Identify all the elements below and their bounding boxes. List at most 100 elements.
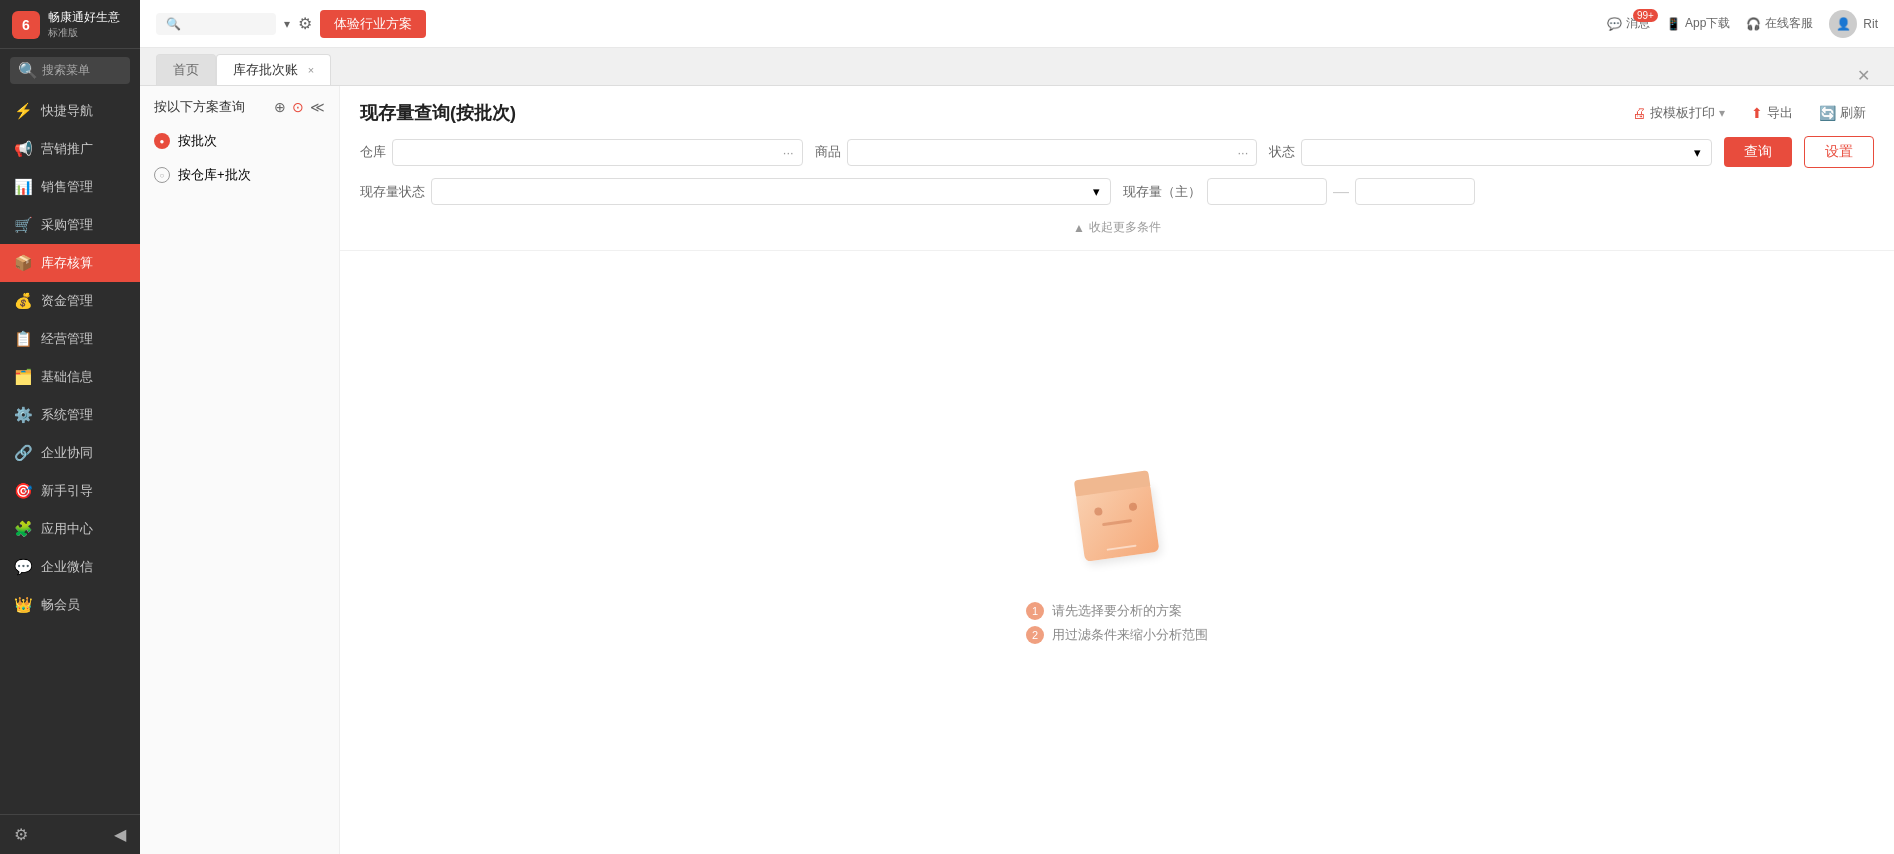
sidebar-item-basic[interactable]: 🗂️ 基础信息 bbox=[0, 358, 140, 396]
topbar: 🔍 ▾ ⚙ 体验行业方案 💬 消息 99+ 📱 App下载 🎧 在线客服 bbox=[140, 0, 1894, 48]
stock-status-label: 现存量状态 bbox=[360, 183, 425, 201]
export-label: 导出 bbox=[1767, 104, 1793, 122]
stock-qty-min-input[interactable] bbox=[1207, 178, 1327, 205]
sidebar-item-system[interactable]: ⚙️ 系统管理 bbox=[0, 396, 140, 434]
topbar-gear-icon[interactable]: ⚙ bbox=[298, 14, 312, 33]
settings-button[interactable]: 设置 bbox=[1804, 136, 1874, 168]
sidebar-item-label: 畅会员 bbox=[41, 596, 80, 614]
filter-item-by-warehouse-batch[interactable]: ○ 按仓库+批次 bbox=[140, 158, 339, 192]
settings-filter-icon[interactable]: ⊙ bbox=[292, 99, 304, 115]
app-download-icon: 📱 bbox=[1666, 17, 1681, 31]
filter-item-by-batch[interactable]: ● 按批次 bbox=[140, 124, 339, 158]
online-service-label: 在线客服 bbox=[1765, 15, 1813, 32]
add-filter-icon[interactable]: ⊕ bbox=[274, 99, 286, 115]
finance-icon: 💰 bbox=[14, 292, 33, 310]
sidebar-item-label: 系统管理 bbox=[41, 406, 93, 424]
online-service-item[interactable]: 🎧 在线客服 bbox=[1746, 15, 1813, 32]
filter-panel-title: 按以下方案查询 bbox=[154, 98, 245, 116]
print-dropdown-icon[interactable]: ▾ bbox=[1719, 106, 1725, 120]
stock-status-select[interactable]: ▾ bbox=[431, 178, 1111, 205]
sidebar-search-label: 搜索菜单 bbox=[42, 62, 90, 79]
collapse-filter-icon[interactable]: ≪ bbox=[310, 99, 325, 115]
empty-hint-1: 1 请先选择要分析的方案 bbox=[1026, 602, 1208, 620]
sidebar-item-finance[interactable]: 💰 资金管理 bbox=[0, 282, 140, 320]
print-template-btn[interactable]: 🖨 按模板打印 ▾ bbox=[1624, 100, 1733, 126]
tab-close-icon[interactable]: × bbox=[308, 64, 314, 76]
sidebar-item-enterprise[interactable]: 🔗 企业协同 bbox=[0, 434, 140, 472]
empty-illustration bbox=[1057, 462, 1177, 582]
sidebar-item-inventory[interactable]: 📦 库存核算 bbox=[0, 244, 140, 282]
sidebar-item-newbie[interactable]: 🎯 新手引导 bbox=[0, 472, 140, 510]
status-select-arrow: ▾ bbox=[1694, 145, 1701, 160]
page-header: 现存量查询(按批次) 🖨 按模板打印 ▾ ⬆ 导出 🔄 刷新 bbox=[340, 86, 1894, 136]
sidebar-search[interactable]: 🔍 搜索菜单 bbox=[10, 57, 130, 84]
quick-nav-icon: ⚡ bbox=[14, 102, 33, 120]
sidebar-item-label: 企业微信 bbox=[41, 558, 93, 576]
sidebar-item-wechat[interactable]: 💬 企业微信 bbox=[0, 548, 140, 586]
marketing-icon: 📢 bbox=[14, 140, 33, 158]
tab-inventory-batch[interactable]: 库存批次账 × bbox=[216, 54, 331, 85]
sidebar-item-purchase[interactable]: 🛒 采购管理 bbox=[0, 206, 140, 244]
brand-info: 畅康通好生意 标准版 bbox=[48, 10, 120, 40]
topbar-dropdown-icon[interactable]: ▾ bbox=[284, 17, 290, 31]
vip-icon: 👑 bbox=[14, 596, 33, 614]
settings-footer-icon[interactable]: ⚙ bbox=[14, 825, 28, 844]
stock-qty-max-input[interactable] bbox=[1355, 178, 1475, 205]
sidebar-item-apps[interactable]: 🧩 应用中心 bbox=[0, 510, 140, 548]
inventory-icon: 📦 bbox=[14, 254, 33, 272]
messages-item[interactable]: 💬 消息 99+ bbox=[1607, 15, 1650, 32]
sidebar-item-marketing[interactable]: 📢 营销推广 bbox=[0, 130, 140, 168]
sidebar-header: 6 畅康通好生意 标准版 bbox=[0, 0, 140, 49]
operations-icon: 📋 bbox=[14, 330, 33, 348]
messages-icon: 💬 bbox=[1607, 17, 1622, 31]
status-label: 状态 bbox=[1269, 143, 1295, 161]
page-header-actions: 🖨 按模板打印 ▾ ⬆ 导出 🔄 刷新 bbox=[1624, 100, 1874, 126]
status-select[interactable]: ▾ bbox=[1301, 139, 1712, 166]
filter-item-label: 按仓库+批次 bbox=[178, 166, 251, 184]
query-button[interactable]: 查询 bbox=[1724, 137, 1792, 167]
search-icon: 🔍 bbox=[18, 61, 38, 80]
sidebar-item-label: 营销推广 bbox=[41, 140, 93, 158]
sidebar-item-sales[interactable]: 📊 销售管理 bbox=[0, 168, 140, 206]
collapse-sidebar-icon[interactable]: ◀ bbox=[114, 825, 126, 844]
sidebar-item-label: 经营管理 bbox=[41, 330, 93, 348]
online-service-icon: 🎧 bbox=[1746, 17, 1761, 31]
basic-icon: 🗂️ bbox=[14, 368, 33, 386]
stock-qty-divider: — bbox=[1333, 183, 1349, 201]
tab-list: 首页 库存批次账 × bbox=[156, 54, 1847, 85]
refresh-btn[interactable]: 🔄 刷新 bbox=[1811, 100, 1874, 126]
topbar-search-box[interactable]: 🔍 bbox=[156, 13, 276, 35]
collapse-conditions-btn[interactable]: ▲ 收起更多条件 bbox=[360, 215, 1874, 240]
warehouse-label: 仓库 bbox=[360, 143, 386, 161]
panel-close-icon[interactable]: ✕ bbox=[1849, 66, 1878, 85]
hint-text-2: 用过滤条件来缩小分析范围 bbox=[1052, 626, 1208, 644]
hint-num-1: 1 bbox=[1026, 602, 1044, 620]
trial-btn[interactable]: 体验行业方案 bbox=[320, 10, 426, 38]
app-download-item[interactable]: 📱 App下载 bbox=[1666, 15, 1730, 32]
stock-status-arrow: ▾ bbox=[1093, 184, 1100, 199]
warehouse-input[interactable]: ··· bbox=[392, 139, 803, 166]
sidebar-footer: ⚙ ◀ bbox=[0, 814, 140, 854]
sidebar-item-label: 基础信息 bbox=[41, 368, 93, 386]
refresh-icon: 🔄 bbox=[1819, 105, 1836, 121]
sidebar-item-quick-nav[interactable]: ⚡ 快捷导航 bbox=[0, 92, 140, 130]
page-content: 按以下方案查询 ⊕ ⊙ ≪ ● 按批次 ○ 按仓库+批次 bbox=[140, 86, 1894, 854]
sidebar-item-label: 应用中心 bbox=[41, 520, 93, 538]
chevron-up-icon: ▲ bbox=[1073, 221, 1085, 235]
product-input[interactable]: ··· bbox=[847, 139, 1258, 166]
topbar-search-icon: 🔍 bbox=[166, 17, 181, 31]
search-form: 仓库 ··· 商品 ··· bbox=[340, 136, 1894, 251]
system-icon: ⚙️ bbox=[14, 406, 33, 424]
export-btn[interactable]: ⬆ 导出 bbox=[1743, 100, 1801, 126]
tabbar: 首页 库存批次账 × ✕ bbox=[140, 48, 1894, 86]
newbie-icon: 🎯 bbox=[14, 482, 33, 500]
user-area[interactable]: 👤 Rit bbox=[1829, 10, 1878, 38]
tab-home[interactable]: 首页 bbox=[156, 54, 216, 85]
brand-name: 畅康通好生意 bbox=[48, 10, 120, 26]
search-row-1: 仓库 ··· 商品 ··· bbox=[360, 136, 1874, 168]
topbar-left: 🔍 ▾ ⚙ 体验行业方案 bbox=[156, 10, 1597, 38]
sidebar-item-label: 企业协同 bbox=[41, 444, 93, 462]
sidebar-item-operations[interactable]: 📋 经营管理 bbox=[0, 320, 140, 358]
sidebar-item-vip[interactable]: 👑 畅会员 bbox=[0, 586, 140, 624]
export-icon: ⬆ bbox=[1751, 105, 1763, 121]
